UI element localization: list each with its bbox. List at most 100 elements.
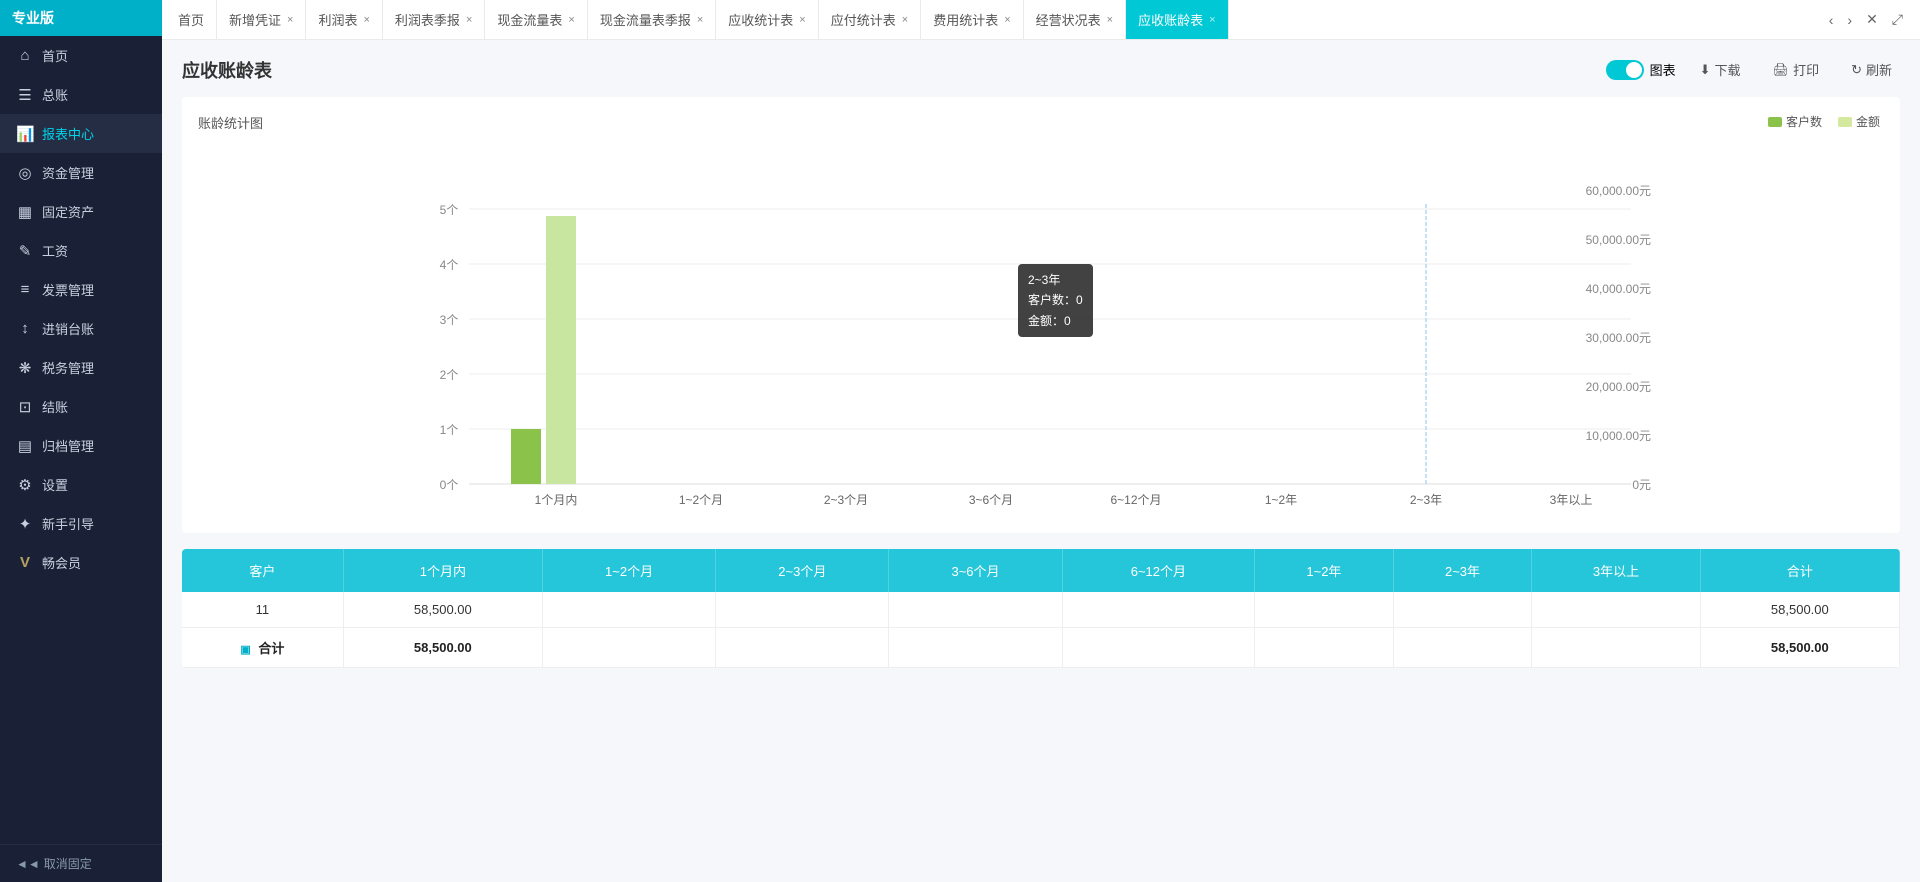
cell-total-total: 58,500.00 (1700, 628, 1899, 668)
salary-icon: ✎ (16, 242, 34, 260)
sidebar-item-home[interactable]: ⌂ 首页 (0, 36, 162, 75)
reports-icon: 📊 (16, 125, 34, 143)
svg-text:1个月内: 1个月内 (535, 493, 578, 507)
sidebar-item-label: 设置 (42, 475, 68, 494)
tab-close-cashflow[interactable]: × (568, 14, 574, 26)
svg-text:3年以上: 3年以上 (1550, 493, 1593, 507)
download-icon: ⬇ (1700, 62, 1711, 78)
tab-home[interactable]: 首页 (166, 0, 217, 40)
refresh-icon: ↻ (1851, 62, 1862, 78)
tab-ar-stats[interactable]: 应收统计表 × (716, 0, 818, 40)
tab-close-expense-stats[interactable]: × (1004, 14, 1010, 26)
customers-color-swatch (1768, 117, 1782, 127)
tab-close-all-button[interactable]: ✕ (1861, 9, 1883, 30)
chart-toggle[interactable] (1606, 60, 1644, 80)
tab-prev-button[interactable]: ‹ (1824, 10, 1839, 30)
archive-icon: ▤ (16, 437, 34, 455)
pin-icon: ◄◄ (16, 857, 40, 871)
tab-cashflow[interactable]: 现金流量表 × (485, 0, 587, 40)
tab-ap-stats[interactable]: 应付统计表 × (819, 0, 921, 40)
col-header-y23: 2~3年 (1393, 549, 1532, 592)
close-books-icon: ⊡ (16, 398, 34, 416)
sidebar-item-label: 畅会员 (42, 553, 81, 572)
cell-total-m1: 58,500.00 (343, 628, 542, 668)
tab-label: 应付统计表 (831, 10, 896, 29)
print-label: 打印 (1793, 60, 1819, 79)
legend-customers: 客户数 (1768, 113, 1822, 130)
sidebar-item-settings[interactable]: ⚙ 设置 (0, 465, 162, 504)
tab-profit[interactable]: 利润表 × (306, 0, 382, 40)
tab-voucher[interactable]: 新增凭证 × (217, 0, 306, 40)
tab-profit-quarterly[interactable]: 利润表季报 × (383, 0, 485, 40)
sidebar-item-guide[interactable]: ✦ 新手引导 (0, 504, 162, 543)
sidebar-item-label: 进销台账 (42, 319, 94, 338)
sidebar-item-inventory[interactable]: ↕ 进销台账 (0, 309, 162, 348)
sidebar-item-close[interactable]: ⊡ 结账 (0, 387, 162, 426)
sidebar-item-reports[interactable]: 📊 报表中心 (0, 114, 162, 153)
tab-next-button[interactable]: › (1842, 10, 1857, 30)
tab-close-profit[interactable]: × (363, 14, 369, 26)
chart-svg: 0个 1个 2个 3个 4个 5个 0元 10,000.00元 20,000.0… (198, 144, 1884, 514)
legend-amount-label: 金额 (1856, 113, 1880, 130)
sidebar-item-ledger[interactable]: ☰ 总账 (0, 75, 162, 114)
tab-close-ap-stats[interactable]: × (902, 14, 908, 26)
sidebar-item-funds[interactable]: ◎ 资金管理 (0, 153, 162, 192)
print-icon: 🖨 (1773, 62, 1790, 78)
print-button[interactable]: 🖨 打印 (1765, 56, 1828, 83)
sidebar-item-label: 税务管理 (42, 358, 94, 377)
tab-expense-stats[interactable]: 费用统计表 × (921, 0, 1023, 40)
tab-maximize-button[interactable]: ⤢ (1887, 9, 1908, 30)
cell-m36 (889, 592, 1062, 628)
tab-label: 利润表 (318, 10, 357, 29)
sidebar-item-salary[interactable]: ✎ 工资 (0, 231, 162, 270)
tab-bar: 首页 新增凭证 × 利润表 × 利润表季报 × 现金流量表 × 现金流量表季报 … (162, 0, 1920, 40)
cell-total-y23 (1393, 628, 1532, 668)
chart-toggle-wrap: 图表 (1606, 60, 1676, 80)
svg-text:60,000.00元: 60,000.00元 (1586, 184, 1651, 198)
cell-total-label: ▣ 合计 (182, 628, 343, 668)
download-button[interactable]: ⬇ 下载 (1692, 56, 1749, 83)
svg-text:3个: 3个 (440, 313, 459, 327)
assets-icon: ▦ (16, 203, 34, 221)
table-header-row: 客户 1个月内 1~2个月 2~3个月 3~6个月 6~12个月 1~2年 2~… (182, 549, 1900, 592)
svg-text:1~2年: 1~2年 (1265, 493, 1297, 507)
app-logo: 专业版 (0, 0, 162, 36)
sidebar-item-vip[interactable]: V 畅会员 (0, 543, 162, 582)
sidebar-item-archive[interactable]: ▤ 归档管理 (0, 426, 162, 465)
sidebar-item-invoice[interactable]: ≡ 发票管理 (0, 270, 162, 309)
tab-close-profit-quarterly[interactable]: × (466, 14, 472, 26)
svg-text:4个: 4个 (440, 258, 459, 272)
tab-label: 经营状况表 (1036, 10, 1101, 29)
tab-close-business-status[interactable]: × (1107, 14, 1113, 26)
sidebar-item-label: 归档管理 (42, 436, 94, 455)
tab-cashflow-quarterly[interactable]: 现金流量表季报 × (588, 0, 716, 40)
refresh-button[interactable]: ↻ 刷新 (1843, 56, 1900, 83)
svg-text:2~3个月: 2~3个月 (824, 493, 868, 507)
svg-text:0元: 0元 (1632, 478, 1651, 492)
tab-close-ar-stats[interactable]: × (799, 14, 805, 26)
col-header-total: 合计 (1700, 549, 1899, 592)
sidebar-item-assets[interactable]: ▦ 固定资产 (0, 192, 162, 231)
pin-sidebar-button[interactable]: ◄◄ 取消固定 (0, 844, 162, 882)
col-header-m23: 2~3个月 (716, 549, 889, 592)
amount-color-swatch (1838, 117, 1852, 127)
invoice-icon: ≡ (16, 281, 34, 298)
tab-business-status[interactable]: 经营状况表 × (1024, 0, 1126, 40)
col-header-m612: 6~12个月 (1062, 549, 1254, 592)
page-title: 应收账龄表 (182, 57, 272, 83)
tab-label: 应收账龄表 (1138, 10, 1203, 29)
tab-label: 利润表季报 (395, 10, 460, 29)
tab-close-ar-aging[interactable]: × (1209, 14, 1215, 26)
tab-label: 首页 (178, 10, 204, 29)
page-actions: 图表 ⬇ 下载 🖨 打印 ↻ 刷新 (1606, 56, 1900, 83)
bar-amount-m1 (546, 216, 576, 484)
cell-m612 (1062, 592, 1254, 628)
sidebar-item-label: 报表中心 (42, 124, 94, 143)
tab-close-cashflow-quarterly[interactable]: × (697, 14, 703, 26)
sidebar-item-tax[interactable]: ❋ 税务管理 (0, 348, 162, 387)
svg-text:1~2个月: 1~2个月 (679, 493, 723, 507)
tab-ar-aging[interactable]: 应收账龄表 × (1126, 0, 1228, 40)
col-header-m36: 3~6个月 (889, 549, 1062, 592)
svg-text:3~6个月: 3~6个月 (969, 493, 1013, 507)
tab-close-voucher[interactable]: × (287, 14, 293, 26)
